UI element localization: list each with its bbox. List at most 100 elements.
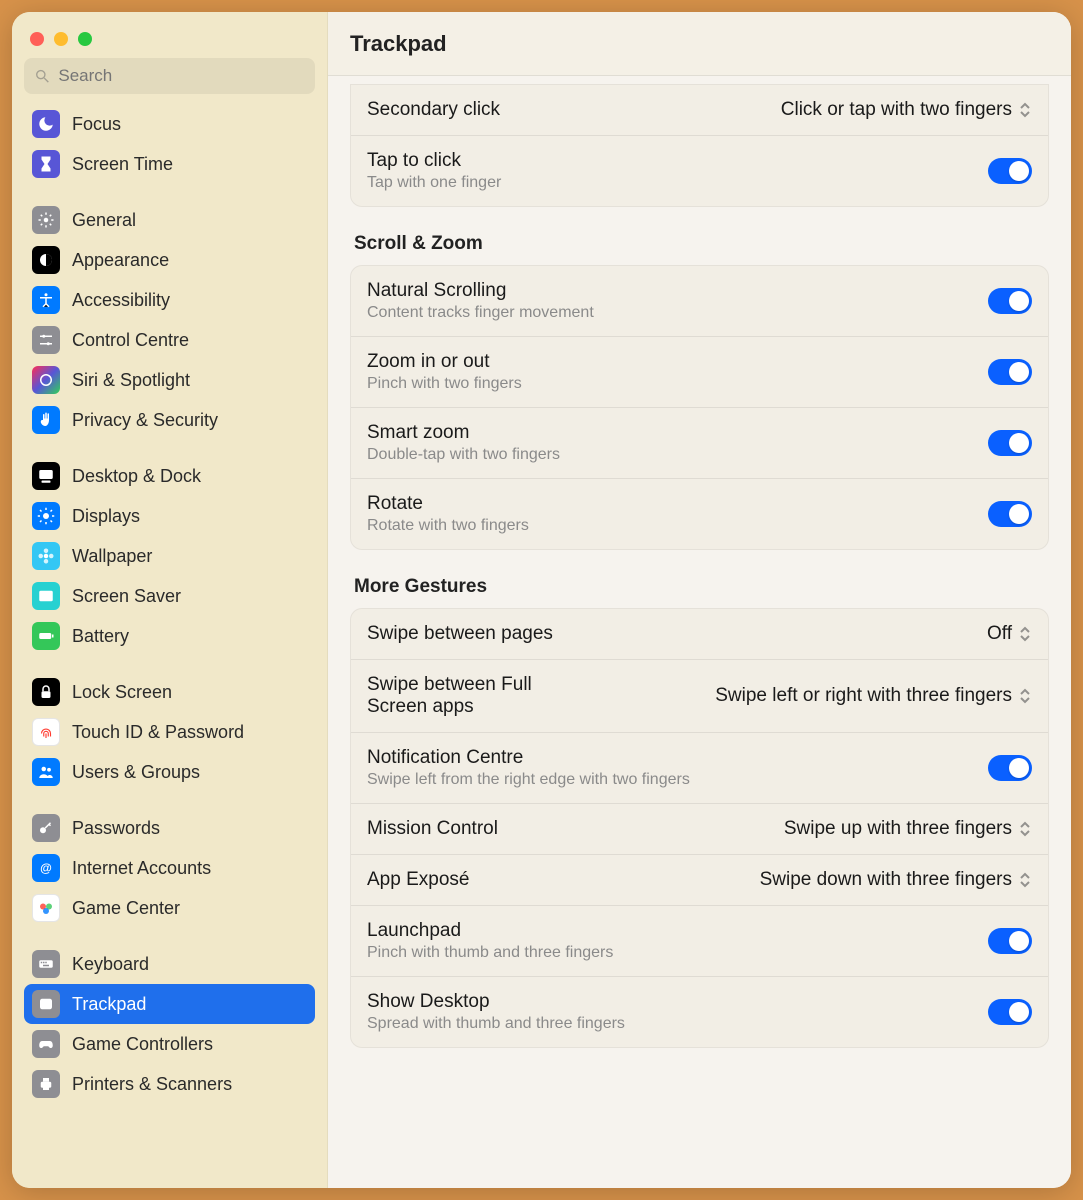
content-scroll[interactable]: Secondary click Click or tap with two fi… (328, 76, 1071, 1188)
popup-value: Swipe down with three fingers (760, 869, 1012, 891)
sidebar-item-battery[interactable]: Battery (24, 616, 315, 656)
sidebar-item-focus[interactable]: Focus (24, 104, 315, 144)
sidebar-item-label: Screen Time (72, 154, 173, 175)
controller-icon (32, 1030, 60, 1058)
row-title: Launchpad (367, 920, 976, 942)
section-scroll-zoom: Scroll & Zoom (354, 233, 1045, 255)
swipe-fullscreen-popup[interactable]: Swipe left or right with three fingers (715, 685, 1032, 707)
row-smart-zoom: Smart zoom Double-tap with two fingers (351, 408, 1048, 479)
popup-value: Swipe up with three fingers (784, 818, 1012, 840)
show-desktop-toggle[interactable] (988, 999, 1032, 1025)
sidebar-item-touchid[interactable]: Touch ID & Password (24, 712, 315, 752)
battery-icon (32, 622, 60, 650)
notification-centre-toggle[interactable] (988, 755, 1032, 781)
search-input[interactable] (58, 66, 305, 86)
row-launchpad: Launchpad Pinch with thumb and three fin… (351, 906, 1048, 977)
sidebar-item-general[interactable]: General (24, 200, 315, 240)
zoom-toggle[interactable] (988, 359, 1032, 385)
row-rotate: Rotate Rotate with two fingers (351, 479, 1048, 549)
smart-zoom-toggle[interactable] (988, 430, 1032, 456)
sidebar-item-game-center[interactable]: Game Center (24, 888, 315, 928)
row-mission-control: Mission Control Swipe up with three fing… (351, 804, 1048, 855)
sidebar-item-privacy-security[interactable]: Privacy & Security (24, 400, 315, 440)
at-icon: @ (32, 854, 60, 882)
sidebar-item-screen-saver[interactable]: Screen Saver (24, 576, 315, 616)
sidebar: Focus Screen Time General Appearance (12, 12, 328, 1188)
card-scroll-zoom: Natural Scrolling Content tracks finger … (350, 265, 1049, 550)
sidebar-item-label: Displays (72, 506, 140, 527)
card-more-gestures: Swipe between pages Off Swipe between Fu… (350, 608, 1049, 1048)
row-title: Swipe between pages (367, 623, 975, 645)
key-icon (32, 814, 60, 842)
sidebar-item-wallpaper[interactable]: Wallpaper (24, 536, 315, 576)
sidebar-item-label: Printers & Scanners (72, 1074, 232, 1095)
row-zoom: Zoom in or out Pinch with two fingers (351, 337, 1048, 408)
sidebar-item-siri-spotlight[interactable]: Siri & Spotlight (24, 360, 315, 400)
sidebar-item-appearance[interactable]: Appearance (24, 240, 315, 280)
row-natural-scrolling: Natural Scrolling Content tracks finger … (351, 266, 1048, 337)
row-title: Show Desktop (367, 991, 976, 1013)
sidebar-item-label: Users & Groups (72, 762, 200, 783)
sidebar-item-trackpad[interactable]: Trackpad (24, 984, 315, 1024)
gamecenter-icon (32, 894, 60, 922)
row-secondary-click: Secondary click Click or tap with two fi… (351, 85, 1048, 136)
row-title: Rotate (367, 493, 976, 515)
row-swipe-fullscreen: Swipe between Full Screen apps Swipe lef… (351, 660, 1048, 733)
sidebar-item-label: Control Centre (72, 330, 189, 351)
secondary-click-popup[interactable]: Click or tap with two fingers (781, 99, 1032, 121)
row-subtitle: Double-tap with two fingers (367, 446, 976, 464)
page-title: Trackpad (328, 12, 1071, 76)
card-point-click: Secondary click Click or tap with two fi… (350, 84, 1049, 207)
row-title: Natural Scrolling (367, 280, 976, 302)
section-more-gestures: More Gestures (354, 576, 1045, 598)
zoom-button[interactable] (78, 32, 92, 46)
natural-scrolling-toggle[interactable] (988, 288, 1032, 314)
sidebar-item-label: Privacy & Security (72, 410, 218, 431)
app-expose-popup[interactable]: Swipe down with three fingers (760, 869, 1032, 891)
swipe-pages-popup[interactable]: Off (987, 623, 1032, 645)
sidebar-item-printers-scanners[interactable]: Printers & Scanners (24, 1064, 315, 1104)
row-title: Notification Centre (367, 747, 976, 769)
sidebar-item-desktop-dock[interactable]: Desktop & Dock (24, 456, 315, 496)
sidebar-item-keyboard[interactable]: Keyboard (24, 944, 315, 984)
tap-to-click-toggle[interactable] (988, 158, 1032, 184)
popup-value: Off (987, 623, 1012, 645)
minimize-button[interactable] (54, 32, 68, 46)
search-field[interactable] (24, 58, 315, 94)
close-button[interactable] (30, 32, 44, 46)
row-title: Swipe between Full Screen apps (367, 674, 587, 718)
sidebar-item-accessibility[interactable]: Accessibility (24, 280, 315, 320)
sidebar-item-label: Game Center (72, 898, 180, 919)
sidebar-item-label: Keyboard (72, 954, 149, 975)
mission-control-popup[interactable]: Swipe up with three fingers (784, 818, 1032, 840)
flower-icon (32, 542, 60, 570)
sidebar-item-label: Wallpaper (72, 546, 152, 567)
row-title: Mission Control (367, 818, 772, 840)
trackpad-icon (32, 990, 60, 1018)
sidebar-item-game-controllers[interactable]: Game Controllers (24, 1024, 315, 1064)
sidebar-item-passwords[interactable]: Passwords (24, 808, 315, 848)
launchpad-toggle[interactable] (988, 928, 1032, 954)
row-title: App Exposé (367, 869, 748, 891)
sidebar-item-lock-screen[interactable]: Lock Screen (24, 672, 315, 712)
sidebar-item-label: Focus (72, 114, 121, 135)
row-subtitle: Rotate with two fingers (367, 517, 976, 535)
sidebar-item-screen-time[interactable]: Screen Time (24, 144, 315, 184)
sidebar-list[interactable]: Focus Screen Time General Appearance (24, 104, 315, 1188)
sidebar-item-label: General (72, 210, 136, 231)
rotate-toggle[interactable] (988, 501, 1032, 527)
row-subtitle: Swipe left from the right edge with two … (367, 771, 976, 789)
sidebar-item-control-centre[interactable]: Control Centre (24, 320, 315, 360)
row-subtitle: Tap with one finger (367, 174, 976, 192)
chevron-updown-icon (1018, 820, 1032, 838)
popup-value: Swipe left or right with three fingers (715, 685, 1012, 707)
settings-window: Focus Screen Time General Appearance (12, 12, 1071, 1188)
sidebar-item-label: Game Controllers (72, 1034, 213, 1055)
sidebar-item-users-groups[interactable]: Users & Groups (24, 752, 315, 792)
users-icon (32, 758, 60, 786)
sidebar-item-internet-accounts[interactable]: @ Internet Accounts (24, 848, 315, 888)
chevron-updown-icon (1018, 101, 1032, 119)
keyboard-icon (32, 950, 60, 978)
sidebar-item-displays[interactable]: Displays (24, 496, 315, 536)
hand-icon (32, 406, 60, 434)
